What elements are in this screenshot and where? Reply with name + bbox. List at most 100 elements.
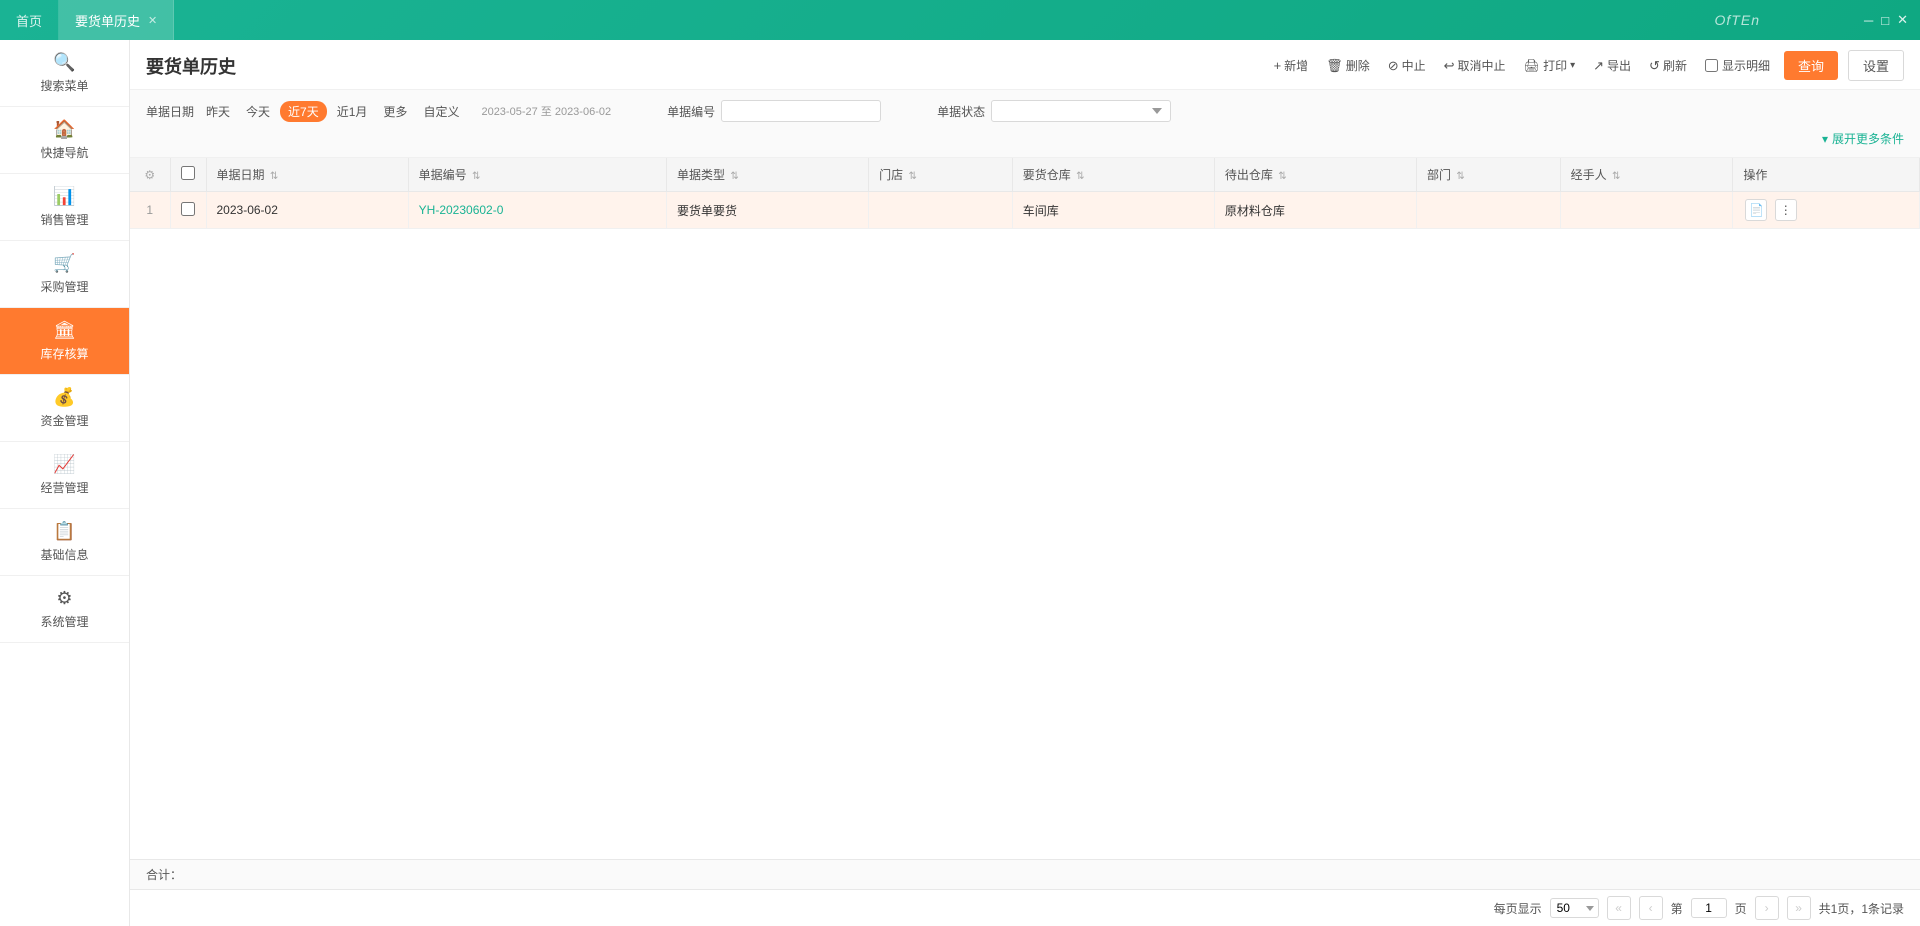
per-page-select[interactable]: 20 50 100 xyxy=(1550,898,1599,918)
column-req-warehouse[interactable]: 要货仓库 ⇅ xyxy=(1012,158,1214,192)
brand-text: OfTEn xyxy=(1715,12,1760,28)
stop-label: 中止 xyxy=(1402,57,1426,74)
date-range-text: 2023-05-27 至 2023-06-02 xyxy=(481,103,611,119)
top-bar: 首页 要货单历史 ✕ OfTEn ─ □ ✕ xyxy=(0,0,1920,40)
column-handler[interactable]: 经手人 ⇅ xyxy=(1560,158,1733,192)
delete-label: 删除 xyxy=(1346,57,1370,74)
cancel-stop-label: 取消中止 xyxy=(1458,57,1506,74)
column-date[interactable]: 单据日期 ⇅ xyxy=(206,158,408,192)
row-dept xyxy=(1417,192,1561,229)
page-title: 要货单历史 xyxy=(146,53,236,79)
tab-home[interactable]: 首页 xyxy=(0,0,59,40)
sort-doctype-icon: ⇅ xyxy=(730,171,738,182)
sidebar-item-basic-info[interactable]: 📋 基础信息 xyxy=(0,509,129,576)
page-label: 第 xyxy=(1671,900,1683,917)
per-page-label: 每页显示 xyxy=(1494,900,1542,917)
tab-doc-history[interactable]: 要货单历史 ✕ xyxy=(59,0,174,40)
sidebar-item-inventory[interactable]: 🏛 库存核算 xyxy=(0,308,129,375)
main-layout: 🔍 搜索菜单 🏠 快捷导航 📊 销售管理 🛒 采购管理 🏛 库存核算 💰 资金管… xyxy=(0,40,1920,926)
content-area: 要货单历史 + 新增 🗑 删除 ⊘ 中止 ↩ 取消中止 xyxy=(130,40,1920,926)
row-store xyxy=(869,192,1013,229)
total-info: 共1页，1条记录 xyxy=(1819,900,1904,917)
status-select[interactable] xyxy=(991,100,1171,122)
sidebar-item-shortcut[interactable]: 🏠 快捷导航 xyxy=(0,107,129,174)
sidebar-item-search-label: 搜索菜单 xyxy=(40,77,88,94)
sort-outwh-icon: ⇅ xyxy=(1278,171,1286,182)
page-end-label: 页 xyxy=(1735,900,1747,917)
row-out-warehouse: 原材料仓库 xyxy=(1214,192,1416,229)
column-doc-no[interactable]: 单据编号 ⇅ xyxy=(408,158,666,192)
print-button[interactable]: 🖨 打印 ▾ xyxy=(1520,55,1580,76)
filter-area: 单据日期 昨天 今天 近7天 近1月 更多 自定义 2023-05-27 至 2… xyxy=(130,90,1920,158)
date-btn-1month[interactable]: 近1月 xyxy=(331,101,374,122)
expand-more-label: 展开更多条件 xyxy=(1832,130,1904,147)
column-dept[interactable]: 部门 ⇅ xyxy=(1417,158,1561,192)
sidebar-item-operations[interactable]: 📈 经营管理 xyxy=(0,442,129,509)
sidebar-item-system[interactable]: ⚙ 系统管理 xyxy=(0,576,129,643)
cancel-stop-button[interactable]: ↩ 取消中止 xyxy=(1440,55,1510,76)
show-detail-checkbox[interactable]: 显示明细 xyxy=(1701,55,1774,76)
refresh-button[interactable]: ↺ 刷新 xyxy=(1645,55,1691,76)
row-view-button[interactable]: 📄 xyxy=(1745,199,1767,221)
minimize-button[interactable]: ─ xyxy=(1864,13,1873,28)
data-table: ⚙ 单据日期 ⇅ 单据编号 ⇅ 单据类型 xyxy=(130,158,1920,229)
row-doc-no[interactable]: YH-20230602-0 xyxy=(408,192,666,229)
column-config[interactable]: ⚙ xyxy=(130,158,170,192)
sort-docno-icon: ⇅ xyxy=(472,171,480,182)
page-number-input[interactable] xyxy=(1691,898,1727,918)
pagination: 每页显示 20 50 100 « ‹ 第 页 › » 共1页，1条记录 xyxy=(130,889,1920,926)
close-window-button[interactable]: ✕ xyxy=(1897,12,1908,28)
delete-button[interactable]: 🗑 删除 xyxy=(1322,55,1374,76)
column-checkbox xyxy=(170,158,206,192)
date-range-display: 2023-05-27 至 2023-06-02 xyxy=(481,103,611,119)
export-button[interactable]: ↗ 导出 xyxy=(1589,55,1635,76)
sidebar-item-operations-label: 经营管理 xyxy=(40,479,88,496)
next-page-button[interactable]: › xyxy=(1755,896,1779,920)
doc-number-input[interactable] xyxy=(721,100,881,122)
query-button[interactable]: 查询 xyxy=(1784,51,1838,80)
show-detail-label: 显示明细 xyxy=(1722,57,1770,74)
add-label: 新增 xyxy=(1284,57,1308,74)
row-checkbox[interactable] xyxy=(170,192,206,229)
date-btn-today[interactable]: 今天 xyxy=(240,101,276,122)
first-page-button[interactable]: « xyxy=(1607,896,1631,920)
row-req-warehouse: 车间库 xyxy=(1012,192,1214,229)
stop-button[interactable]: ⊘ 中止 xyxy=(1384,55,1430,76)
last-page-button[interactable]: » xyxy=(1787,896,1811,920)
sidebar-item-sales-label: 销售管理 xyxy=(40,211,88,228)
show-detail-input[interactable] xyxy=(1705,59,1718,72)
row-date: 2023-06-02 xyxy=(206,192,408,229)
column-out-warehouse[interactable]: 待出仓库 ⇅ xyxy=(1214,158,1416,192)
date-btn-7days[interactable]: 近7天 xyxy=(280,101,327,122)
date-btn-custom[interactable]: 自定义 xyxy=(417,101,465,122)
sidebar-item-purchase[interactable]: 🛒 采购管理 xyxy=(0,241,129,308)
sidebar-item-finance[interactable]: 💰 资金管理 xyxy=(0,375,129,442)
select-all-checkbox[interactable] xyxy=(181,166,195,180)
finance-icon: 💰 xyxy=(53,387,75,408)
row-select-checkbox[interactable] xyxy=(181,202,195,216)
sidebar-item-purchase-label: 采购管理 xyxy=(40,278,88,295)
refresh-icon: ↺ xyxy=(1649,58,1660,74)
sort-reqwh-icon: ⇅ xyxy=(1076,171,1084,182)
search-icon: 🔍 xyxy=(53,52,75,73)
setting-button[interactable]: 设置 xyxy=(1848,50,1904,81)
maximize-button[interactable]: □ xyxy=(1881,13,1889,28)
sidebar-item-search[interactable]: 🔍 搜索菜单 xyxy=(0,40,129,107)
table-row[interactable]: 1 2023-06-02 YH-20230602-0 要货单要货 车间库 原材料… xyxy=(130,192,1920,229)
prev-page-button[interactable]: ‹ xyxy=(1639,896,1663,920)
doc-no-link[interactable]: YH-20230602-0 xyxy=(419,203,504,217)
column-store[interactable]: 门店 ⇅ xyxy=(869,158,1013,192)
tab-home-label: 首页 xyxy=(16,11,42,30)
expand-more-button[interactable]: ▾ 展开更多条件 xyxy=(1822,130,1904,147)
column-doc-type[interactable]: 单据类型 ⇅ xyxy=(667,158,869,192)
purchase-icon: 🛒 xyxy=(53,253,75,274)
date-btn-yesterday[interactable]: 昨天 xyxy=(200,101,236,122)
tab-doc-history-close[interactable]: ✕ xyxy=(148,14,157,27)
doc-number-filter: 单据编号 xyxy=(667,100,881,122)
date-btn-more[interactable]: 更多 xyxy=(377,101,413,122)
add-button[interactable]: + 新增 xyxy=(1270,55,1313,76)
row-action: 📄 ⋮ xyxy=(1733,192,1920,229)
sidebar-item-shortcut-label: 快捷导航 xyxy=(40,144,88,161)
row-more-button[interactable]: ⋮ xyxy=(1775,199,1797,221)
sidebar-item-sales[interactable]: 📊 销售管理 xyxy=(0,174,129,241)
